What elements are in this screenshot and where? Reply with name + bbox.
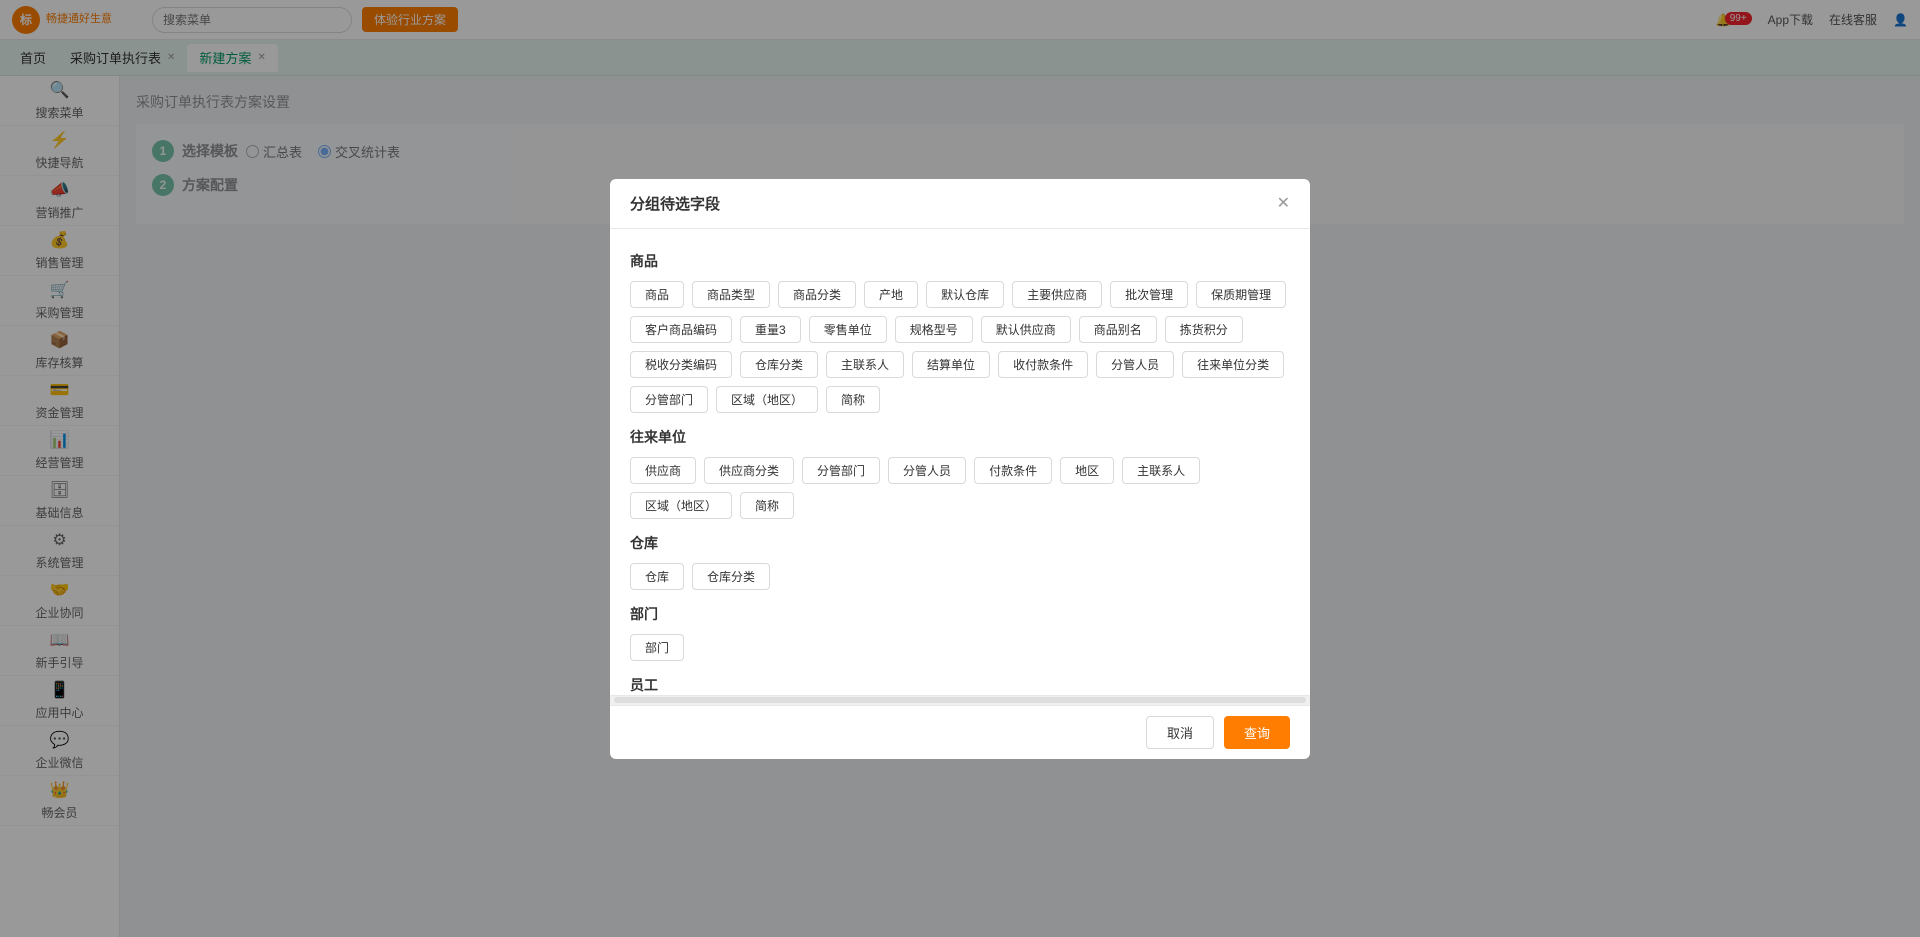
section-title-goods: 商品	[630, 251, 1290, 271]
confirm-button[interactable]: 查询	[1224, 716, 1290, 749]
field-tag-goods-10[interactable]: 零售单位	[809, 316, 887, 343]
field-tag-partner-2[interactable]: 分管部门	[802, 457, 880, 484]
field-tag-goods-22[interactable]: 分管部门	[630, 386, 708, 413]
section-title-warehouse: 仓库	[630, 533, 1290, 553]
field-tag-goods-3[interactable]: 产地	[864, 281, 918, 308]
field-grid-department: 部门	[630, 634, 1290, 661]
field-tag-goods-24[interactable]: 简称	[826, 386, 880, 413]
field-tag-partner-3[interactable]: 分管人员	[888, 457, 966, 484]
field-tag-goods-9[interactable]: 重量3	[740, 316, 801, 343]
field-tag-partner-0[interactable]: 供应商	[630, 457, 696, 484]
field-tag-goods-17[interactable]: 主联系人	[826, 351, 904, 378]
modal-body: 商品 商品 商品类型 商品分类 产地 默认仓库 主要供应商 批次管理 保质期管理…	[610, 229, 1310, 696]
field-tag-goods-21[interactable]: 往来单位分类	[1182, 351, 1284, 378]
field-tag-goods-12[interactable]: 默认供应商	[981, 316, 1071, 343]
field-tag-partner-6[interactable]: 主联系人	[1122, 457, 1200, 484]
field-tag-goods-0[interactable]: 商品	[630, 281, 684, 308]
modal-close-icon[interactable]: ✕	[1277, 193, 1290, 213]
field-tag-goods-16[interactable]: 仓库分类	[740, 351, 818, 378]
field-tag-goods-2[interactable]: 商品分类	[778, 281, 856, 308]
field-tag-warehouse-0[interactable]: 仓库	[630, 563, 684, 590]
field-tag-goods-20[interactable]: 分管人员	[1096, 351, 1174, 378]
section-title-partner: 往来单位	[630, 427, 1290, 447]
field-tag-goods-5[interactable]: 主要供应商	[1012, 281, 1102, 308]
field-tag-partner-7[interactable]: 区域（地区）	[630, 492, 732, 519]
field-grid-partner: 供应商 供应商分类 分管部门 分管人员 付款条件 地区 主联系人 区域（地区） …	[630, 457, 1290, 519]
field-tag-warehouse-1[interactable]: 仓库分类	[692, 563, 770, 590]
modal-header: 分组待选字段 ✕	[610, 179, 1310, 229]
field-tag-goods-4[interactable]: 默认仓库	[926, 281, 1004, 308]
cancel-button[interactable]: 取消	[1146, 716, 1214, 749]
field-tag-goods-15[interactable]: 税收分类编码	[630, 351, 732, 378]
field-tag-goods-13[interactable]: 商品别名	[1079, 316, 1157, 343]
modal-hscroll[interactable]	[610, 695, 1310, 704]
field-tag-goods-23[interactable]: 区域（地区）	[716, 386, 818, 413]
section-title-department: 部门	[630, 604, 1290, 624]
field-tag-goods-11[interactable]: 规格型号	[895, 316, 973, 343]
field-tag-goods-6[interactable]: 批次管理	[1110, 281, 1188, 308]
field-tag-goods-7[interactable]: 保质期管理	[1196, 281, 1286, 308]
modal-footer: 取消 查询	[610, 705, 1310, 759]
field-select-modal: 分组待选字段 ✕ 商品 商品 商品类型 商品分类 产地 默认仓库 主要供应商 批…	[610, 179, 1310, 759]
field-tag-goods-19[interactable]: 收付款条件	[998, 351, 1088, 378]
field-tag-goods-8[interactable]: 客户商品编码	[630, 316, 732, 343]
field-tag-partner-1[interactable]: 供应商分类	[704, 457, 794, 484]
section-title-employee: 员工	[630, 675, 1290, 695]
hscroll-track	[614, 697, 1306, 703]
field-tag-goods-1[interactable]: 商品类型	[692, 281, 770, 308]
field-grid-warehouse: 仓库 仓库分类	[630, 563, 1290, 590]
field-tag-goods-18[interactable]: 结算单位	[912, 351, 990, 378]
field-tag-partner-5[interactable]: 地区	[1060, 457, 1114, 484]
field-tag-goods-14[interactable]: 拣货积分	[1165, 316, 1243, 343]
modal-overlay: 分组待选字段 ✕ 商品 商品 商品类型 商品分类 产地 默认仓库 主要供应商 批…	[0, 0, 1920, 937]
field-tag-department-0[interactable]: 部门	[630, 634, 684, 661]
field-grid-goods: 商品 商品类型 商品分类 产地 默认仓库 主要供应商 批次管理 保质期管理 客户…	[630, 281, 1290, 413]
modal-title: 分组待选字段	[630, 193, 720, 214]
field-tag-partner-8[interactable]: 简称	[740, 492, 794, 519]
field-tag-partner-4[interactable]: 付款条件	[974, 457, 1052, 484]
